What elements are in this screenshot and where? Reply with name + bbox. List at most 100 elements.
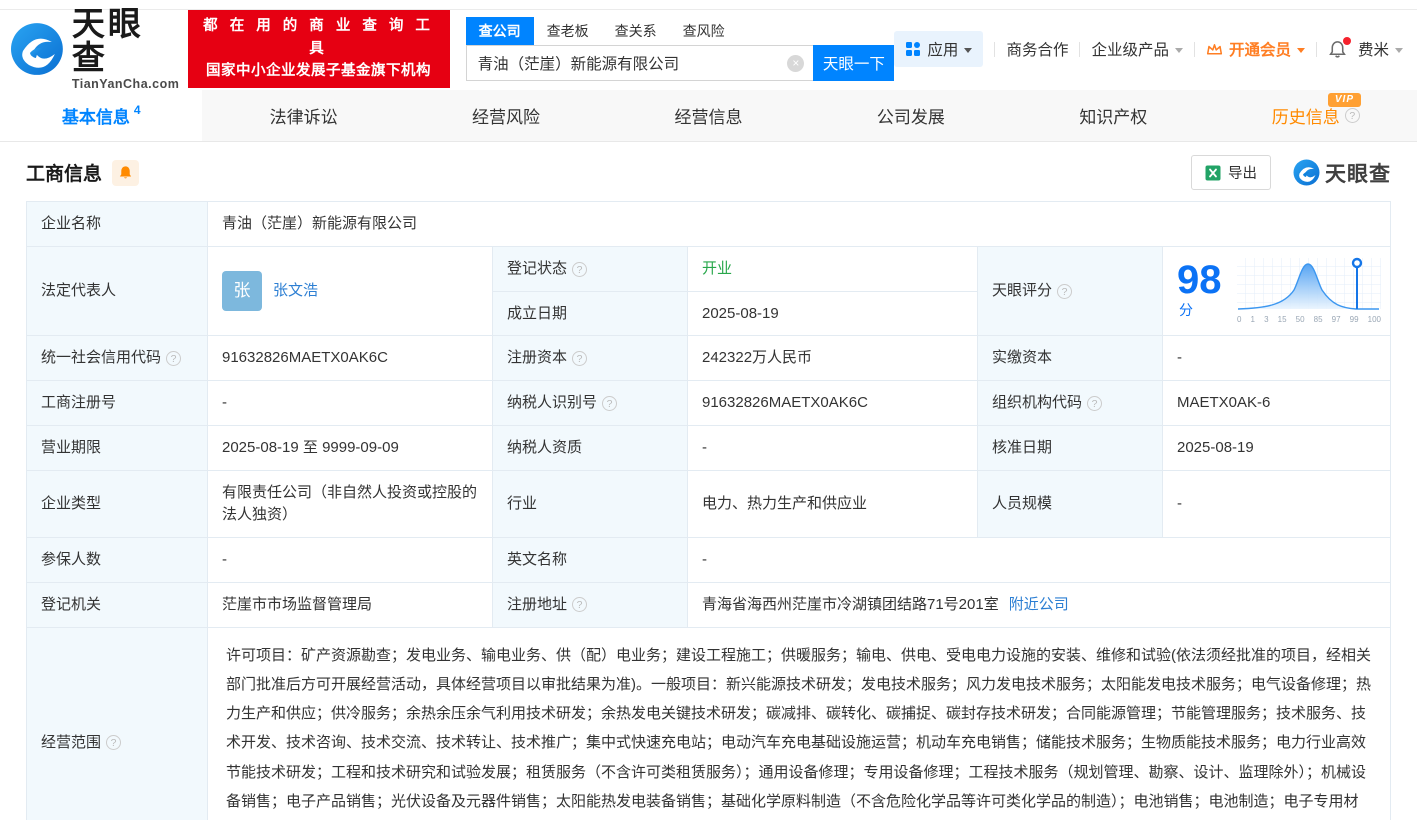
score-value: 98 <box>1177 258 1222 302</box>
nav-apps[interactable]: 应用 <box>894 31 983 67</box>
search-button[interactable]: 天眼一下 <box>813 45 894 81</box>
establish-date-value: 2025-08-19 <box>687 291 977 335</box>
company-name-value: 青油（茫崖）新能源有限公司 <box>207 202 1390 246</box>
industry-value: 电力、热力生产和供应业 <box>687 471 977 537</box>
tab-label: 经营风险 <box>472 103 540 128</box>
export-button[interactable]: 导出 <box>1191 155 1271 190</box>
field-label: 参保人数 <box>27 538 207 582</box>
staff-size-value: - <box>1162 471 1390 537</box>
tab-operation-risk[interactable]: 经营风险 <box>405 90 607 141</box>
search-tab-boss[interactable]: 查老板 <box>534 17 602 45</box>
tianyancha-logo[interactable]: 天眼查 TianYanCha.com <box>10 7 180 91</box>
table-row: 经营范围 ? 许可项目：矿产资源勘查；发电业务、输电业务、供（配）电业务；建设工… <box>27 627 1390 820</box>
field-label: 天眼评分 ? <box>977 247 1162 335</box>
help-icon[interactable]: ? <box>572 351 587 366</box>
brand-slogan: 都 在 用 的 商 业 查 询 工 具 国家中小企业发展子基金旗下机构 <box>188 10 450 87</box>
tab-count-badge: 4 <box>134 103 141 117</box>
tab-basic-info[interactable]: 基本信息 4 <box>0 90 202 141</box>
notification-bell[interactable] <box>1328 40 1347 59</box>
taxpayer-id-value: 91632826MAETX0AK6C <box>687 381 977 425</box>
watermark-brand-text: 天眼查 <box>1325 158 1391 188</box>
credit-code-value: 91632826MAETX0AK6C <box>207 336 492 380</box>
help-icon[interactable]: ? <box>106 735 121 750</box>
score-distribution-chart: 0131550859799100 <box>1236 257 1382 326</box>
tab-operation-info[interactable]: 经营信息 <box>607 90 809 141</box>
tab-label: 公司发展 <box>877 103 945 128</box>
monitor-bell-button[interactable] <box>112 160 139 186</box>
table-row: 企业名称 青油（茫崖）新能源有限公司 <box>27 202 1390 246</box>
score-unit: 分 <box>1179 302 1193 318</box>
field-label: 实缴资本 <box>977 336 1162 380</box>
tab-company-development[interactable]: 公司发展 <box>810 90 1012 141</box>
legal-rep-cell: 张 张文浩 <box>207 247 492 335</box>
section-header-right: 导出 天眼查 <box>1191 155 1391 190</box>
help-icon[interactable]: ? <box>1057 284 1072 299</box>
search-tab-risk[interactable]: 查风险 <box>670 17 738 45</box>
reg-capital-value: 242322万人民币 <box>687 336 977 380</box>
tab-intellectual-property[interactable]: 知识产权 <box>1012 90 1214 141</box>
nav-open-vip[interactable]: 开通会员 <box>1206 38 1305 60</box>
field-label: 行业 <box>492 471 687 537</box>
tab-history-info[interactable]: VIP 历史信息 ? <box>1215 90 1417 141</box>
bell-icon <box>118 165 133 180</box>
tab-label: 知识产权 <box>1079 103 1147 128</box>
tianyancha-logo-icon <box>1293 159 1320 186</box>
legal-rep-link[interactable]: 张文浩 <box>273 280 318 302</box>
table-row: 法定代表人 张 张文浩 登记状态 ? 开业 成立日期 2025-08-19 天眼… <box>27 246 1390 335</box>
nav-enterprise[interactable]: 企业级产品 <box>1091 38 1183 60</box>
nearby-companies-link[interactable]: 附近公司 <box>1009 594 1069 616</box>
business-info-table: 企业名称 青油（茫崖）新能源有限公司 法定代表人 张 张文浩 登记状态 ? 开业… <box>26 201 1391 820</box>
score-axis-ticks: 0131550859799100 <box>1236 314 1382 326</box>
field-label: 统一社会信用代码 ? <box>27 336 207 380</box>
nav-username: 费米 <box>1358 38 1389 60</box>
field-label: 法定代表人 <box>27 247 207 335</box>
taxpayer-quality-value: - <box>687 426 977 470</box>
org-code-value: MAETX0AK-6 <box>1162 381 1390 425</box>
nav-divider <box>1194 42 1195 57</box>
section-title: 工商信息 <box>26 159 102 186</box>
avatar[interactable]: 张 <box>222 271 262 311</box>
paid-capital-value: - <box>1162 336 1390 380</box>
help-icon[interactable]: ? <box>1087 396 1102 411</box>
field-label: 营业期限 <box>27 426 207 470</box>
field-label: 工商注册号 <box>27 381 207 425</box>
nav-divider <box>1316 42 1317 57</box>
search-input-wrap: × <box>466 45 814 81</box>
field-label: 纳税人识别号 ? <box>492 381 687 425</box>
business-scope-value: 许可项目：矿产资源勘查；发电业务、输电业务、供（配）电业务；建设工程施工；供暖服… <box>207 628 1390 820</box>
help-icon[interactable]: ? <box>166 351 181 366</box>
score-cell[interactable]: 98分 <box>1162 247 1390 335</box>
section-header: 工商信息 导出 天眼查 <box>0 142 1417 201</box>
business-term-value: 2025-08-19 至 9999-09-09 <box>207 426 492 470</box>
header-nav: 应用 商务合作 企业级产品 开通会员 费米 <box>894 31 1403 67</box>
nav-cooperation-label: 商务合作 <box>1006 38 1068 60</box>
field-label: 英文名称 <box>492 538 687 582</box>
help-icon[interactable]: ? <box>1345 108 1360 123</box>
help-icon[interactable]: ? <box>602 396 617 411</box>
table-row: 企业类型 有限责任公司（非自然人投资或控股的法人独资） 行业 电力、热力生产和供… <box>27 470 1390 537</box>
search-tab-company[interactable]: 查公司 <box>466 17 534 45</box>
tab-legal-litigation[interactable]: 法律诉讼 <box>202 90 404 141</box>
nav-divider <box>1079 42 1080 57</box>
help-icon[interactable]: ? <box>572 597 587 612</box>
status-badge: 开业 <box>702 258 732 280</box>
field-label: 登记状态 ? <box>492 247 687 291</box>
english-name-value: - <box>687 538 1390 582</box>
nav-divider <box>994 42 995 57</box>
help-icon[interactable]: ? <box>572 262 587 277</box>
reg-address-value: 青海省海西州茫崖市冷湖镇团结路71号201室 附近公司 <box>687 583 1390 627</box>
search-tab-relation[interactable]: 查关系 <box>602 17 670 45</box>
nav-user-menu[interactable]: 费米 <box>1358 38 1403 60</box>
reg-authority-value: 茫崖市市场监督管理局 <box>207 583 492 627</box>
nav-cooperation[interactable]: 商务合作 <box>1006 38 1068 60</box>
brand-watermark: 天眼查 <box>1293 158 1391 188</box>
field-label: 企业类型 <box>27 471 207 537</box>
field-label: 人员规模 <box>977 471 1162 537</box>
search-input[interactable] <box>466 45 814 81</box>
reg-number-value: - <box>207 381 492 425</box>
table-row: 工商注册号 - 纳税人识别号 ? 91632826MAETX0AK6C 组织机构… <box>27 380 1390 425</box>
chevron-down-icon <box>1297 48 1305 53</box>
approval-date-value: 2025-08-19 <box>1162 426 1390 470</box>
field-label: 核准日期 <box>977 426 1162 470</box>
nav-enterprise-label: 企业级产品 <box>1091 38 1169 60</box>
